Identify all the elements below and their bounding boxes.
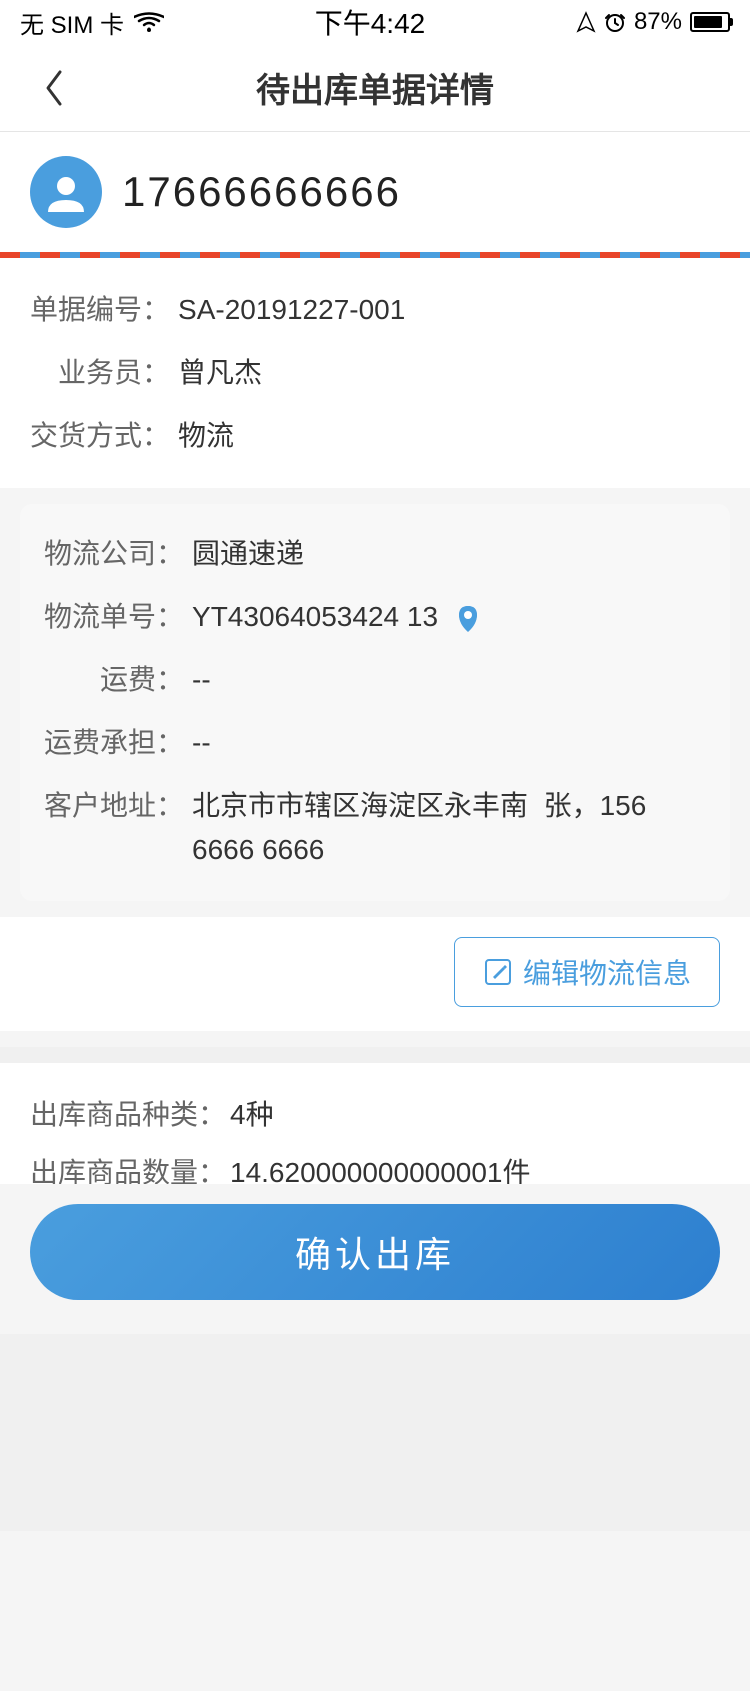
confirm-outbound-button[interactable]: 确认出库 [30, 1204, 720, 1300]
address-row: 客户地址： 北京市市辖区海淀区永丰南 张，156 6666 6666 [44, 784, 706, 874]
document-row: 单据编号： SA-20191227-001 [30, 288, 720, 333]
customer-header: 17666666666 [0, 132, 750, 252]
logistics-company-value: 圆通速递 [192, 532, 706, 577]
back-button[interactable] [24, 58, 84, 118]
edit-btn-label: 编辑物流信息 [523, 952, 691, 992]
customer-avatar [30, 156, 102, 228]
freight-value: -- [192, 658, 706, 703]
location-service-icon [576, 11, 596, 33]
salesperson-row: 业务员： 曾凡杰 [30, 351, 720, 396]
goods-types-row: 出库商品种类： 4种 [30, 1093, 720, 1133]
freight-label: 运费： [44, 658, 192, 703]
page-title: 待出库单据详情 [256, 63, 494, 112]
battery-icon [690, 12, 730, 32]
bottom-spacer [0, 1331, 750, 1531]
goods-types-label: 出库商品种类： [30, 1093, 230, 1133]
status-time: 下午4:42 [315, 2, 426, 42]
salesperson-value: 曾凡杰 [178, 351, 720, 396]
delivery-row: 交货方式： 物流 [30, 414, 720, 459]
logistics-company-label: 物流公司： [44, 532, 192, 577]
logistics-tracking-label: 物流单号： [44, 595, 192, 640]
customer-phone: 17666666666 [122, 168, 401, 216]
logistics-tracking-row: 物流单号： YT43064053424 13 [44, 595, 706, 640]
logistics-tracking-value: YT43064053424 13 [192, 595, 706, 640]
nav-bar: 待出库单据详情 [0, 44, 750, 132]
salesperson-label: 业务员： [30, 351, 178, 396]
document-label: 单据编号： [30, 288, 178, 333]
avatar-icon [44, 170, 88, 214]
logistics-company-row: 物流公司： 圆通速递 [44, 532, 706, 577]
status-left: 无 SIM 卡 [20, 5, 164, 40]
address-label: 客户地址： [44, 784, 192, 829]
edit-btn-container: 编辑物流信息 [0, 917, 750, 1031]
section-divider [0, 1047, 750, 1063]
freight-bear-label: 运费承担： [44, 721, 192, 766]
edit-logistics-button[interactable]: 编辑物流信息 [454, 937, 720, 1007]
wifi-icon [134, 11, 164, 33]
logistics-card: 物流公司： 圆通速递 物流单号： YT43064053424 13 运费： --… [20, 504, 730, 901]
basic-info-section: 单据编号： SA-20191227-001 业务员： 曾凡杰 交货方式： 物流 [0, 258, 750, 488]
freight-row: 运费： -- [44, 658, 706, 703]
delivery-value: 物流 [178, 414, 720, 459]
edit-icon [483, 957, 513, 987]
freight-bear-value: -- [192, 721, 706, 766]
freight-bear-row: 运费承担： -- [44, 721, 706, 766]
status-right: 87% [576, 8, 730, 36]
delivery-label: 交货方式： [30, 414, 178, 459]
alarm-icon [604, 11, 626, 33]
battery-text: 87% [634, 8, 682, 36]
document-value: SA-20191227-001 [178, 288, 720, 333]
carrier-text: 无 SIM 卡 [20, 5, 124, 40]
status-bar: 无 SIM 卡 下午4:42 87% [0, 0, 750, 44]
bottom-bar: 确认出库 [0, 1184, 750, 1334]
goods-types-value: 4种 [230, 1093, 274, 1133]
map-pin-icon[interactable] [450, 600, 486, 636]
address-value: 北京市市辖区海淀区永丰南 张，156 6666 6666 [192, 784, 706, 874]
